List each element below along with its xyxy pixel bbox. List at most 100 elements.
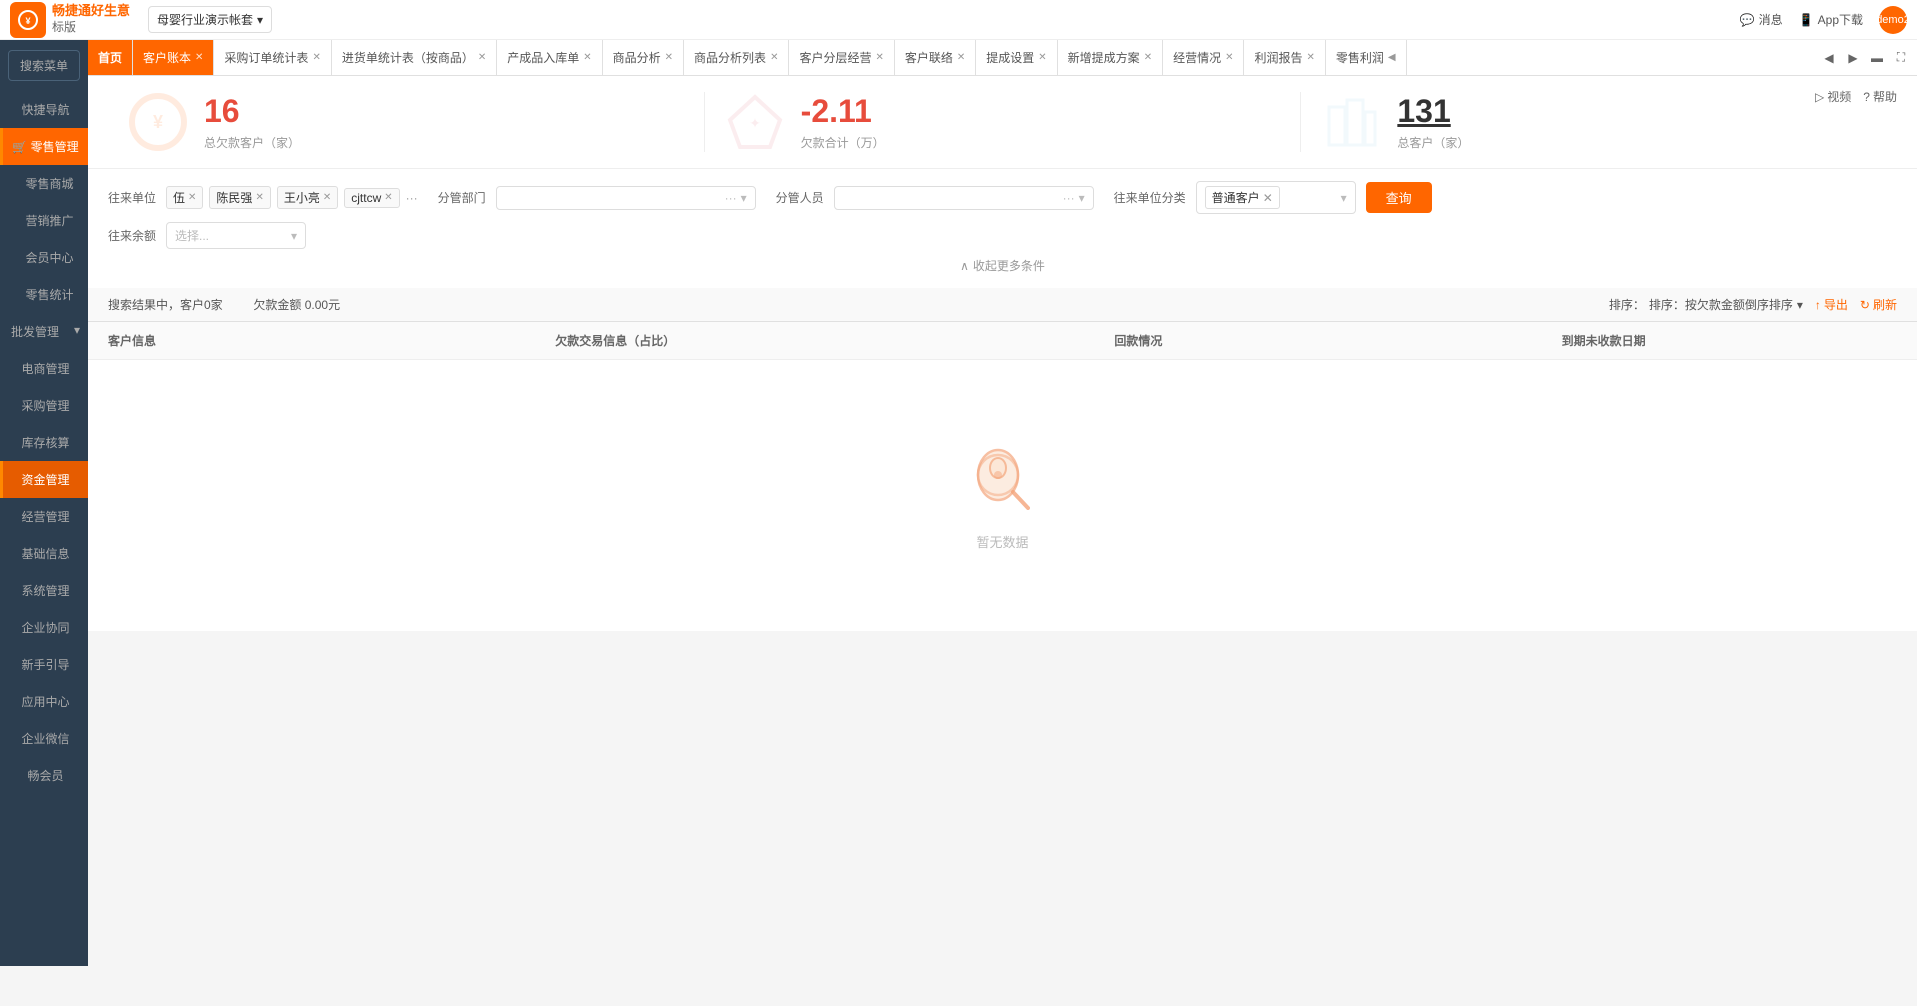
sidebar-item-basic-info[interactable]: 基础信息: [0, 535, 88, 572]
dept-filter-label: 分管部门: [438, 189, 486, 206]
tab-commission-set[interactable]: 提成设置 ✕: [976, 40, 1057, 76]
help-btn[interactable]: ? 帮助: [1863, 88, 1897, 105]
unit-tag-chen-close[interactable]: ✕: [255, 192, 263, 203]
remainder-select[interactable]: 选择... ▾: [166, 222, 306, 249]
purchase-stat-label: 进货单统计表（按商品）: [342, 49, 474, 66]
tab-profit-report[interactable]: 利润报告 ✕: [1244, 40, 1325, 76]
tab-product-analysis-list[interactable]: 商品分析列表 ✕: [684, 40, 789, 76]
unit-tag-wang-close[interactable]: ✕: [323, 192, 331, 203]
sidebar-item-vip[interactable]: 畅会员: [0, 757, 88, 794]
sidebar-item-purchase[interactable]: 采购管理: [0, 387, 88, 424]
unit-tag-cjttcw-close[interactable]: ✕: [384, 192, 392, 203]
tab-close-product-analysis[interactable]: ✕: [665, 52, 673, 63]
tab-expand[interactable]: ⛶: [1891, 48, 1911, 68]
video-btn[interactable]: ▷ 视频: [1815, 88, 1851, 105]
tab-product-analysis[interactable]: 商品分析 ✕: [603, 40, 684, 76]
tab-close-retail-profit[interactable]: ◀: [1388, 52, 1396, 63]
sidebar-item-quick-nav[interactable]: 快捷导航: [0, 91, 88, 128]
logo-subtitle: 标版: [52, 20, 130, 36]
dept-select[interactable]: ··· ▾: [496, 186, 756, 210]
sidebar-item-operation[interactable]: 经营管理: [0, 498, 88, 535]
sidebar-item-ecommerce[interactable]: 电商管理: [0, 350, 88, 387]
export-label: 导出: [1824, 296, 1848, 313]
sidebar-item-retail-stat[interactable]: 零售统计: [0, 276, 88, 313]
query-button[interactable]: 查询: [1366, 182, 1432, 213]
sidebar-item-wholesale[interactable]: 批发管理 ▾: [0, 313, 88, 350]
sidebar-item-app-center[interactable]: 应用中心: [0, 683, 88, 720]
logo-title: 畅捷通好生意: [52, 3, 130, 20]
tab-minimize[interactable]: ▬: [1867, 48, 1887, 68]
unit-tag-wu-close[interactable]: ✕: [188, 192, 196, 203]
tab-close-purchase-stat[interactable]: ✕: [478, 52, 486, 63]
person-select[interactable]: ··· ▾: [834, 186, 1094, 210]
tab-customer-contact[interactable]: 客户联络 ✕: [895, 40, 976, 76]
tab-close-new-commission[interactable]: ✕: [1144, 52, 1152, 63]
retail-icon: 🛒: [12, 140, 27, 154]
empty-illustration: [963, 440, 1043, 520]
result-spacer: [232, 298, 244, 312]
unit-cat-tag-remove[interactable]: ✕: [1263, 191, 1273, 205]
tab-customer-ledger[interactable]: 客户账本 ✕: [133, 40, 214, 76]
tab-close-customer-ledger[interactable]: ✕: [195, 52, 203, 63]
stat3-icon: [1321, 92, 1381, 152]
app-icon: 📱: [1799, 13, 1814, 27]
sidebar-item-member[interactable]: 会员中心: [0, 239, 88, 276]
refresh-btn[interactable]: ↻ 刷新: [1860, 296, 1897, 313]
message-btn[interactable]: 💬 消息: [1740, 11, 1783, 28]
results-tools: 排序： 排序：按欠款金额倒序排序 ▾ ↑ 导出 ↻ 刷新: [1609, 296, 1897, 313]
top-bar-left: ¥ 畅捷通好生意 标版 母婴行业演示帐套 ▾: [10, 2, 272, 38]
debt-amount-label: 欠款合计（万）: [801, 134, 885, 151]
top-bar: ¥ 畅捷通好生意 标版 母婴行业演示帐套 ▾ 💬 消息 📱 App下载 demo…: [0, 0, 1917, 40]
sidebar-item-inventory[interactable]: 库存核算: [0, 424, 88, 461]
tab-customer-tier[interactable]: 客户分层经营 ✕: [789, 40, 894, 76]
tab-scroll-left[interactable]: ◀: [1819, 48, 1839, 68]
tab-scroll-right[interactable]: ▶: [1843, 48, 1863, 68]
unit-tag-cjttcw-text: cjttcw: [351, 191, 381, 205]
tab-purchase-order[interactable]: 采购订单统计表 ✕: [214, 40, 331, 76]
sidebar-item-retail-mall[interactable]: 零售商城: [0, 165, 88, 202]
finance-label: 资金管理: [21, 473, 69, 487]
avatar[interactable]: demo2: [1879, 6, 1907, 34]
sidebar-item-system[interactable]: 系统管理: [0, 572, 88, 609]
tab-close-operations[interactable]: ✕: [1225, 52, 1233, 63]
tab-operations[interactable]: 经营情况 ✕: [1163, 40, 1244, 76]
sidebar-item-guide[interactable]: 新手引导: [0, 646, 88, 683]
sidebar-item-retail[interactable]: 🛒 零售管理: [0, 128, 88, 165]
enterprise-label: 企业协同: [21, 621, 69, 635]
tab-close-product-analysis-list[interactable]: ✕: [770, 52, 778, 63]
chevron-icon: ▾: [74, 323, 80, 340]
sidebar-item-wechat[interactable]: 企业微信: [0, 720, 88, 757]
sidebar-item-finance[interactable]: 资金管理: [0, 461, 88, 498]
help-icon: ?: [1863, 90, 1870, 104]
sidebar-item-marketing[interactable]: 营销推广: [0, 202, 88, 239]
customer-ledger-label: 客户账本: [143, 49, 191, 66]
search-result-text: 搜索结果中，客户0家: [108, 298, 223, 312]
tab-new-commission[interactable]: 新增提成方案 ✕: [1058, 40, 1163, 76]
tab-close-commission-set[interactable]: ✕: [1038, 52, 1046, 63]
tab-close-production[interactable]: ✕: [583, 52, 591, 63]
tab-purchase-stat[interactable]: 进货单统计表（按商品） ✕: [332, 40, 497, 76]
customer-contact-label: 客户联络: [905, 49, 953, 66]
store-selector[interactable]: 母婴行业演示帐套 ▾: [148, 6, 272, 33]
tab-retail-profit[interactable]: 零售利润 ◀: [1326, 40, 1407, 76]
export-btn[interactable]: ↑ 导出: [1815, 296, 1848, 313]
stat1-info: 16 总欠款客户（家）: [204, 93, 300, 151]
unit-tag-more[interactable]: ···: [406, 191, 418, 205]
sort-select[interactable]: 排序： 排序：按欠款金额倒序排序 ▾: [1609, 296, 1803, 313]
unit-cat-select[interactable]: 普通客户 ✕ ▾: [1196, 181, 1356, 214]
unit-filter-tags: 伍 ✕ 陈民强 ✕ 王小亮 ✕ cjttcw ✕: [166, 186, 418, 209]
wechat-label: 企业微信: [21, 732, 69, 746]
sidebar-item-enterprise[interactable]: 企业协同: [0, 609, 88, 646]
tab-close-customer-contact[interactable]: ✕: [957, 52, 965, 63]
search-menu-btn[interactable]: 搜索菜单: [8, 50, 80, 81]
col-header-repay: 回款情况: [1114, 332, 1561, 349]
tab-close-profit-report[interactable]: ✕: [1307, 52, 1315, 63]
tab-home[interactable]: 首页: [88, 40, 133, 76]
tab-close-purchase-order[interactable]: ✕: [312, 52, 320, 63]
collapse-filters-btn[interactable]: ∧ 收起更多条件: [108, 257, 1897, 274]
tab-close-customer-tier[interactable]: ✕: [875, 52, 883, 63]
tab-production[interactable]: 产成品入库单 ✕: [497, 40, 602, 76]
top-bar-right: 💬 消息 📱 App下载 demo2: [1740, 6, 1907, 34]
all-customers-value: 131: [1397, 93, 1469, 130]
app-download-btn[interactable]: 📱 App下载: [1799, 11, 1863, 28]
